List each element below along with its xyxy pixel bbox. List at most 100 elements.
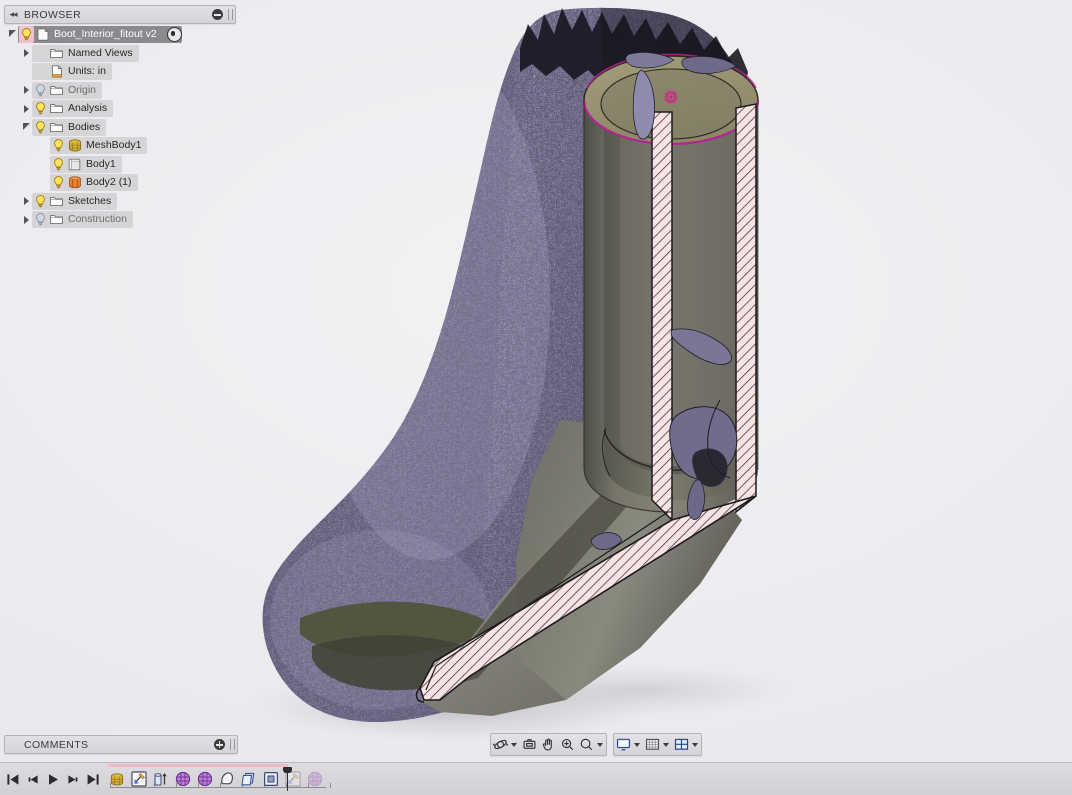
- orbit-button[interactable]: [491, 735, 510, 754]
- visibility-bulb-icon[interactable]: [51, 137, 66, 154]
- browser-item-body1[interactable]: Body1: [4, 155, 236, 173]
- browser-item-analysis[interactable]: Analysis: [4, 100, 236, 117]
- expander-spacer: [20, 63, 33, 80]
- play-button[interactable]: [46, 773, 60, 786]
- look-at-icon: [522, 737, 537, 752]
- go-to-end-button[interactable]: [86, 773, 100, 786]
- look-at-button[interactable]: [520, 735, 539, 754]
- section-hatch-right: [736, 104, 756, 512]
- view-navigation-bar[interactable]: [490, 733, 702, 756]
- chevron-down-icon[interactable]: [692, 742, 698, 747]
- timeline-marker[interactable]: [283, 765, 292, 791]
- pan-button[interactable]: [539, 735, 558, 754]
- folder-icon: [48, 119, 65, 136]
- browser-item-origin[interactable]: Origin: [4, 81, 236, 99]
- expander-closed-icon[interactable]: [20, 100, 33, 117]
- browser-item-meshbody1[interactable]: MeshBody1: [4, 137, 236, 154]
- units-doc-icon: [48, 63, 65, 80]
- visibility-bulb-icon[interactable]: [51, 174, 66, 191]
- expander-closed-icon[interactable]: [20, 82, 33, 99]
- browser-item-label: Body1: [86, 157, 116, 170]
- visibility-bulb-icon[interactable]: [51, 156, 66, 173]
- go-to-beginning-button[interactable]: [6, 773, 20, 786]
- orbit-icon: [493, 737, 508, 752]
- browser-item-label: Analysis: [68, 102, 108, 114]
- browser-item-body2-1[interactable]: Body2 (1): [4, 174, 236, 191]
- expander-closed-icon[interactable]: [20, 211, 33, 228]
- document-icon: [34, 26, 51, 43]
- nav-group-1: [490, 733, 607, 756]
- timeline-feature-patch[interactable]: [218, 770, 236, 788]
- browser-item-label: Units: in: [68, 65, 106, 77]
- folder-icon: [48, 100, 65, 117]
- chevron-down-icon[interactable]: [663, 742, 669, 747]
- bulb-spacer: [33, 45, 48, 62]
- browser-item-bodies[interactable]: Bodies: [4, 118, 236, 136]
- plus-circle-icon[interactable]: [214, 739, 225, 750]
- browser-panel[interactable]: ◂◂ BROWSER Boot_Interior_fitout v2 Named …: [4, 5, 236, 230]
- visibility-bulb-icon[interactable]: [33, 100, 48, 117]
- monitor-icon: [616, 737, 631, 752]
- browser-item-label: MeshBody1: [86, 139, 142, 151]
- expander-spacer: [38, 137, 51, 154]
- timeline-playback-controls[interactable]: [0, 773, 100, 786]
- panel-resize-grip[interactable]: [228, 9, 233, 20]
- viewports-button[interactable]: [672, 735, 691, 754]
- zoom-button[interactable]: [577, 735, 596, 754]
- nav-group-2: [613, 733, 702, 756]
- browser-item-sketches[interactable]: Sketches: [4, 192, 236, 210]
- browser-item-units-in[interactable]: Units: in: [4, 63, 236, 80]
- browser-header[interactable]: ◂◂ BROWSER: [4, 5, 236, 24]
- minus-circle-icon[interactable]: [212, 9, 223, 20]
- comments-title: COMMENTS: [24, 738, 89, 751]
- chevron-down-icon[interactable]: [511, 742, 517, 747]
- bulb-spacer: [33, 63, 48, 80]
- timeline-features[interactable]: [108, 770, 328, 788]
- timeline-feature-shell[interactable]: [262, 770, 280, 788]
- chevron-down-icon[interactable]: [597, 742, 603, 747]
- browser-item-label: Sketches: [68, 194, 112, 207]
- display-settings-button[interactable]: [614, 735, 633, 754]
- component-activate-icon[interactable]: [166, 27, 182, 42]
- visibility-bulb-icon[interactable]: [33, 82, 48, 99]
- timeline-feature-extrude[interactable]: [152, 770, 170, 788]
- timeline-feature-mesh-section-b[interactable]: [196, 770, 214, 788]
- visibility-bulb-icon[interactable]: [33, 211, 48, 228]
- grid-snaps-button[interactable]: [643, 735, 662, 754]
- visibility-bulb-icon[interactable]: [33, 119, 48, 136]
- fusion-window: ◂◂ BROWSER Boot_Interior_fitout v2 Named …: [0, 0, 1072, 795]
- zoom-window-button[interactable]: [558, 735, 577, 754]
- timeline-feature-offset[interactable]: [240, 770, 258, 788]
- timeline-feature-rolled-back-b[interactable]: [306, 770, 324, 788]
- browser-item-label: Bodies: [68, 120, 101, 133]
- comments-panel[interactable]: COMMENTS: [4, 735, 238, 754]
- browser-tree[interactable]: Boot_Interior_fitout v2 Named Views Units:…: [4, 26, 236, 228]
- step-back-button[interactable]: [26, 773, 40, 786]
- expander-open-icon[interactable]: [6, 26, 19, 43]
- timeline-feature-mesh-section-a[interactable]: [174, 770, 192, 788]
- grid-icon: [645, 737, 660, 752]
- browser-item-boot-interior-fitout-v2[interactable]: Boot_Interior_fitout v2: [4, 26, 236, 43]
- folder-icon: [48, 193, 65, 210]
- expander-open-icon[interactable]: [20, 119, 33, 136]
- browser-item-label: Body2 (1): [86, 176, 132, 188]
- browser-item-label: Origin: [68, 83, 97, 96]
- collapse-left-icon[interactable]: ◂◂: [5, 10, 21, 19]
- timeline-feature-mesh[interactable]: [108, 770, 126, 788]
- magnifier-icon: [579, 737, 594, 752]
- comments-resize-grip[interactable]: [230, 739, 235, 750]
- timeline-bar[interactable]: [0, 762, 1072, 795]
- expander-closed-icon[interactable]: [20, 45, 33, 62]
- timeline-feature-sketch[interactable]: [130, 770, 148, 788]
- browser-item-label: Construction: [68, 213, 127, 225]
- browser-item-construction[interactable]: Construction: [4, 211, 236, 228]
- browser-item-label: Boot_Interior_fitout v2: [54, 28, 157, 40]
- timeline-track[interactable]: [108, 764, 331, 794]
- zoom-window-icon: [560, 737, 575, 752]
- chevron-down-icon[interactable]: [634, 742, 640, 747]
- step-forward-button[interactable]: [66, 773, 80, 786]
- expander-closed-icon[interactable]: [20, 193, 33, 210]
- visibility-bulb-icon[interactable]: [33, 193, 48, 210]
- browser-item-named-views[interactable]: Named Views: [4, 44, 236, 62]
- visibility-bulb-icon[interactable]: [19, 26, 34, 43]
